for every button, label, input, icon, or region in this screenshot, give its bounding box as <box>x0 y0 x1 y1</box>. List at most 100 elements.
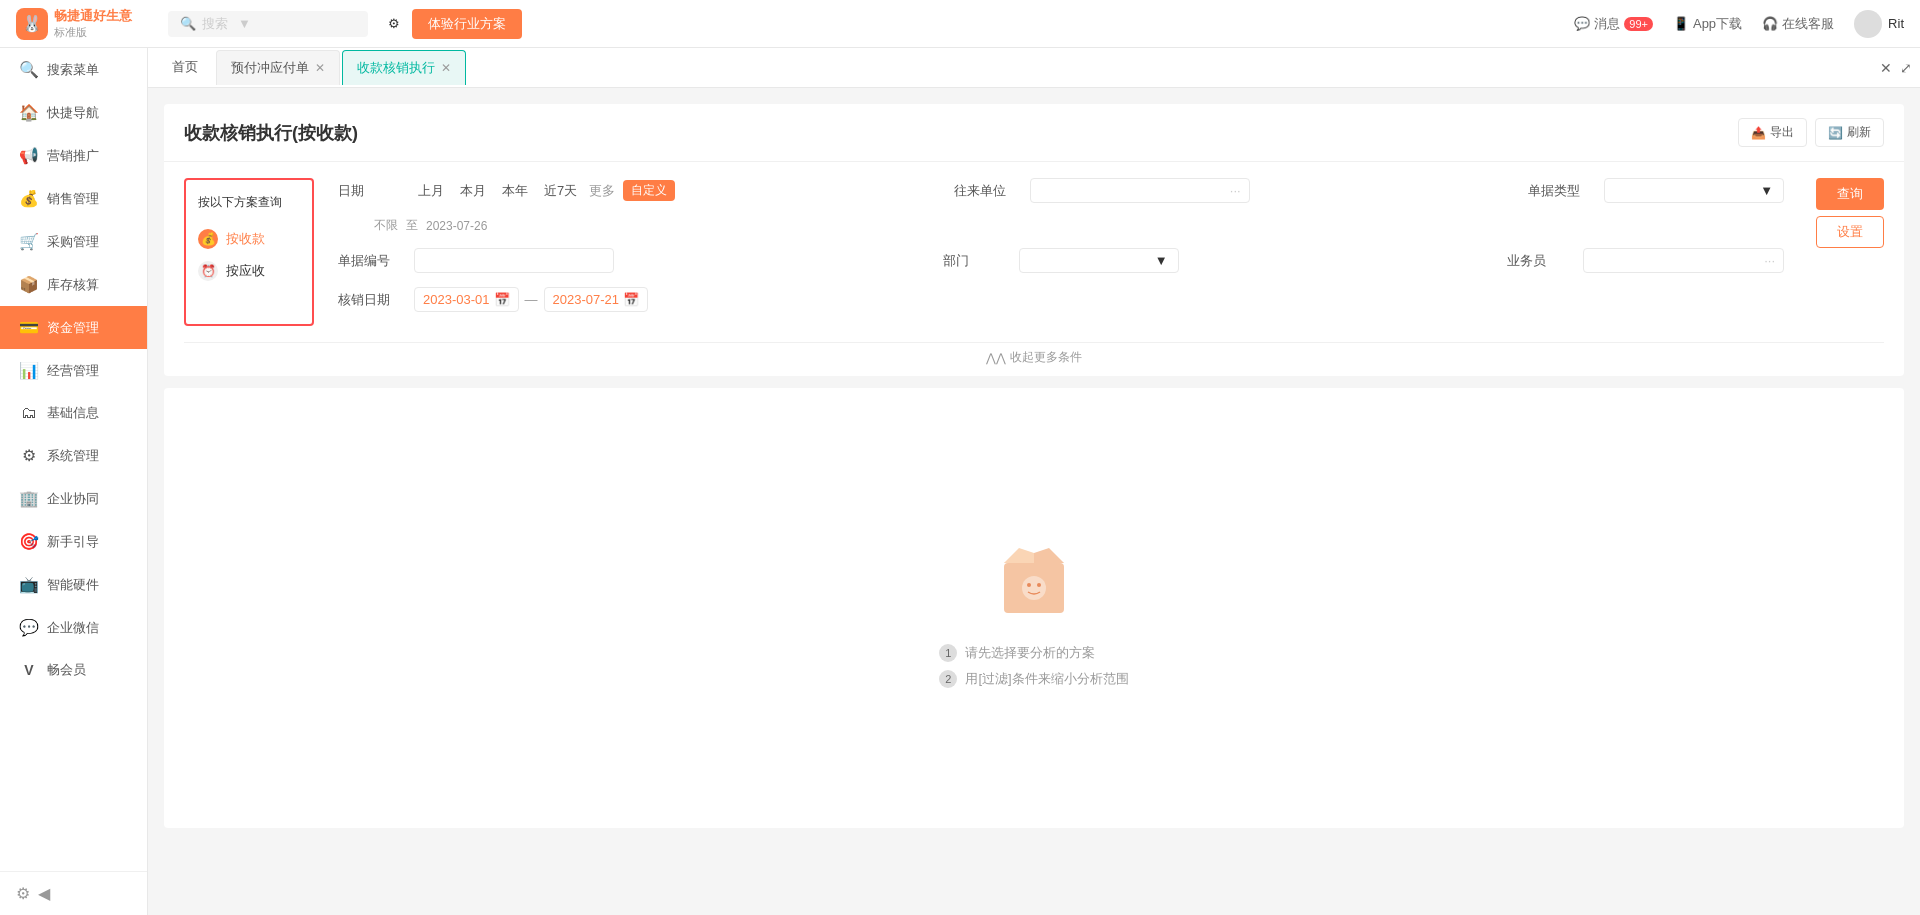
department-select[interactable]: ▼ <box>1019 248 1179 273</box>
top-search[interactable]: 🔍 搜索 ▼ <box>168 11 368 37</box>
page-header: 收款核销执行(按收款) 📤 导出 🔄 刷新 <box>164 104 1904 376</box>
message-label: 消息 <box>1594 15 1620 33</box>
content-area: 首页 预付冲应付单 ✕ 收款核销执行 ✕ ✕ ⤢ 收款核销执行(按收款) <box>148 48 1920 915</box>
svg-marker-3 <box>1004 548 1034 563</box>
page-title: 收款核销执行(按收款) <box>184 121 358 145</box>
collapse-sidebar-icon[interactable]: ◀ <box>38 884 50 903</box>
collapse-more-btn[interactable]: ⋀⋀ 收起更多条件 <box>184 342 1884 376</box>
tab-expand-btn[interactable]: ⤢ <box>1900 60 1912 76</box>
message-action[interactable]: 💬 消息 99+ <box>1574 15 1653 33</box>
voucher-input[interactable] <box>423 253 605 268</box>
sidebar-item-hardware[interactable]: 📺 智能硬件 <box>0 563 147 606</box>
app-download-action[interactable]: 📱 App下载 <box>1673 15 1742 33</box>
voucher-label: 单据编号 <box>338 252 398 270</box>
settings-bottom-icon[interactable]: ⚙ <box>16 884 30 903</box>
verify-date-to-value: 2023-07-21 <box>553 292 620 307</box>
sidebar-item-purchase[interactable]: 🛒 采购管理 <box>0 220 147 263</box>
sidebar-label-sales: 销售管理 <box>47 190 99 208</box>
date-nolimit-row: 不限 至 2023-07-26 <box>338 217 1784 234</box>
online-service-action[interactable]: 🎧 在线客服 <box>1762 15 1834 33</box>
sidebar-label-guide: 新手引导 <box>47 533 99 551</box>
date-tabs: 上月 本月 本年 近7天 更多 自定义 <box>414 180 675 202</box>
partner-input[interactable] <box>1039 183 1226 198</box>
sidebar-item-system[interactable]: ⚙ 系统管理 <box>0 434 147 477</box>
tab-prepay-close[interactable]: ✕ <box>315 61 325 75</box>
sidebar-item-search[interactable]: 🔍 搜索菜单 <box>0 48 147 91</box>
finance-icon: 💳 <box>19 318 39 337</box>
date-no-limit: 不限 <box>374 217 398 234</box>
date-custom-tag[interactable]: 自定义 <box>623 180 675 201</box>
filter-row-1: 日期 上月 本月 本年 近7天 更多 自定义 往来 <box>338 178 1784 203</box>
results-area: 1 请先选择要分析的方案 2 用[过滤]条件来缩小分析范围 <box>164 388 1904 828</box>
sidebar-item-sales[interactable]: 💰 销售管理 <box>0 177 147 220</box>
sidebar: 🔍 搜索菜单 🏠 快捷导航 📢 营销推广 💰 销售管理 🛒 采购管理 📦 库存核… <box>0 48 148 915</box>
empty-hint-2: 2 用[过滤]条件来缩小分析范围 <box>939 670 1128 688</box>
tab-close-btn[interactable]: ✕ <box>1880 60 1892 76</box>
tab-home[interactable]: 首页 <box>156 50 214 86</box>
svg-marker-4 <box>1034 548 1064 563</box>
date-tab-this-month[interactable]: 本月 <box>456 180 490 202</box>
page-header-actions: 📤 导出 🔄 刷新 <box>1738 118 1884 147</box>
date-tab-more[interactable]: 更多 <box>589 182 615 200</box>
verify-date-label: 核销日期 <box>338 291 398 309</box>
tab-receivable-close[interactable]: ✕ <box>441 61 451 75</box>
sidebar-label-cooperation: 企业协同 <box>47 490 99 508</box>
filter-row-3: 核销日期 2023-03-01 📅 — 2023-07-21 <box>338 287 1784 312</box>
operations-icon: 📊 <box>19 361 39 380</box>
hint-text-2: 用[过滤]条件来缩小分析范围 <box>965 670 1128 688</box>
date-tab-7days[interactable]: 近7天 <box>540 180 581 202</box>
marketing-icon: 📢 <box>19 146 39 165</box>
sidebar-item-wechat[interactable]: 💬 企业微信 <box>0 606 147 649</box>
hint-num-2: 2 <box>939 670 957 688</box>
empty-hint-1: 1 请先选择要分析的方案 <box>939 644 1128 662</box>
sidebar-item-guide[interactable]: 🎯 新手引导 <box>0 520 147 563</box>
gear-icon-top[interactable]: ⚙ <box>388 16 400 31</box>
query-btn[interactable]: 查询 <box>1816 178 1884 210</box>
sidebar-item-basic-info[interactable]: 🗂 基础信息 <box>0 392 147 434</box>
voucher-type-label: 单据类型 <box>1528 182 1588 200</box>
date-tab-last-month[interactable]: 上月 <box>414 180 448 202</box>
sidebar-item-member[interactable]: V 畅会员 <box>0 649 147 691</box>
message-badge: 99+ <box>1624 17 1653 31</box>
sidebar-label-system: 系统管理 <box>47 447 99 465</box>
filter-scheme-panel: 按以下方案查询 💰 按收款 ⏰ 按应收 <box>184 178 314 326</box>
verify-date-to[interactable]: 2023-07-21 📅 <box>544 287 649 312</box>
voucher-type-select[interactable]: ▼ <box>1604 178 1784 203</box>
sidebar-label-operations: 经营管理 <box>47 362 99 380</box>
user-profile[interactable]: Rit <box>1854 10 1904 38</box>
svg-point-7 <box>1037 583 1041 587</box>
sidebar-item-marketing[interactable]: 📢 营销推广 <box>0 134 147 177</box>
sidebar-label-basic-info: 基础信息 <box>47 404 99 422</box>
sidebar-item-inventory[interactable]: 📦 库存核算 <box>0 263 147 306</box>
filter-option-by-receivable[interactable]: ⏰ 按应收 <box>186 255 312 287</box>
empty-illustration <box>984 528 1084 628</box>
cooperation-icon: 🏢 <box>19 489 39 508</box>
tab-receivable[interactable]: 收款核销执行 ✕ <box>342 50 466 85</box>
search-icon: 🔍 <box>180 16 196 31</box>
verify-date-from[interactable]: 2023-03-01 📅 <box>414 287 519 312</box>
empty-box-svg <box>984 528 1084 628</box>
sidebar-item-quick-nav[interactable]: 🏠 快捷导航 <box>0 91 147 134</box>
export-btn[interactable]: 📤 导出 <box>1738 118 1807 147</box>
settings-btn[interactable]: 设置 <box>1816 216 1884 248</box>
filter-option-by-receipt[interactable]: 💰 按收款 <box>186 223 312 255</box>
sidebar-bottom: ⚙ ◀ <box>0 871 147 915</box>
refresh-btn[interactable]: 🔄 刷新 <box>1815 118 1884 147</box>
app-name: 畅捷通好生意 <box>54 7 132 25</box>
inventory-icon: 📦 <box>19 275 39 294</box>
business-label: 业务员 <box>1507 252 1567 270</box>
sidebar-item-finance[interactable]: 💳 资金管理 <box>0 306 147 349</box>
sidebar-item-operations[interactable]: 📊 经营管理 <box>0 349 147 392</box>
sidebar-item-cooperation[interactable]: 🏢 企业协同 <box>0 477 147 520</box>
partner-input-wrap[interactable]: ··· <box>1030 178 1250 203</box>
tab-prepay[interactable]: 预付冲应付单 ✕ <box>216 50 340 85</box>
business-input-wrap[interactable]: ··· <box>1583 248 1784 273</box>
voucher-input-wrap[interactable] <box>414 248 614 273</box>
business-input[interactable] <box>1592 253 1760 268</box>
tab-prepay-label: 预付冲应付单 <box>231 59 309 77</box>
industry-btn[interactable]: 体验行业方案 <box>412 9 522 39</box>
tab-receivable-label: 收款核销执行 <box>357 59 435 77</box>
date-tab-this-year[interactable]: 本年 <box>498 180 532 202</box>
business-ellipsis: ··· <box>1764 253 1775 268</box>
top-actions: 💬 消息 99+ 📱 App下载 🎧 在线客服 Rit <box>1574 10 1904 38</box>
